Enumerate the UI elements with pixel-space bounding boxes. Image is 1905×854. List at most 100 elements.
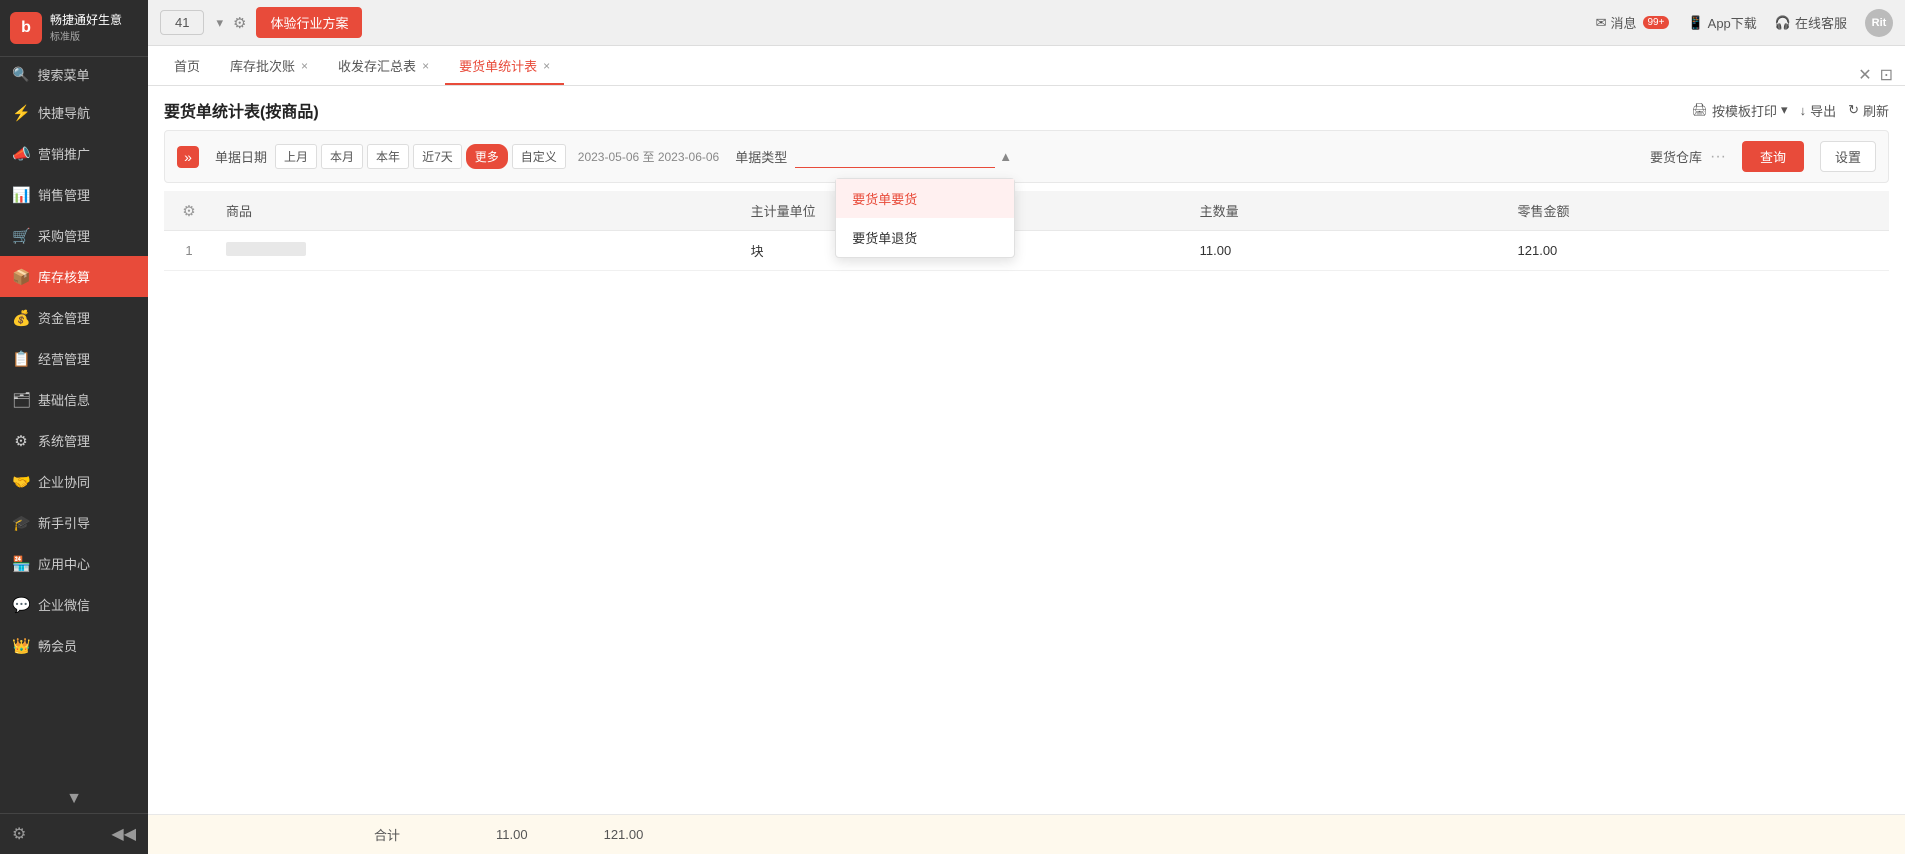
- date-last-7-days[interactable]: 近7天: [413, 144, 462, 169]
- sidebar-item-basics[interactable]: 🗂 基础信息: [0, 379, 148, 420]
- sidebar-item-label: 企业协同: [38, 472, 90, 491]
- date-range: 2023-05-06 至 2023-06-06: [578, 148, 719, 165]
- refresh-label: 刷新: [1863, 101, 1889, 120]
- sidebar-item-system[interactable]: ⚙ 系统管理: [0, 420, 148, 461]
- type-dropdown: 要货单要货 要货单退货: [835, 178, 1015, 258]
- window-expand-btn[interactable]: ⊡: [1880, 65, 1893, 85]
- sidebar-nav: ⚡ 快捷导航 📣 营销推广 📊 销售管理 🛒 采购管理 📦 库存核算 💰 资金管…: [0, 92, 148, 785]
- page-title: 要货单统计表(按商品): [164, 98, 319, 122]
- print-btn[interactable]: 🖨 按模板打印 ▾: [1692, 101, 1788, 120]
- row-product: [214, 231, 739, 271]
- date-this-year[interactable]: 本年: [367, 144, 409, 169]
- system-icon: ⚙: [12, 432, 30, 450]
- col-quantity: 主数量: [1188, 191, 1506, 231]
- user-avatar[interactable]: Rit: [1865, 9, 1893, 37]
- sidebar-item-purchase[interactable]: 🛒 采购管理: [0, 215, 148, 256]
- topbar-right: ✉ 消息 99+ 📱 App下载 🎧 在线客服 Rit: [1596, 9, 1893, 37]
- sidebar-item-label: 新手引导: [38, 513, 90, 532]
- logo-icon: b: [10, 12, 42, 44]
- sidebar-item-wechat[interactable]: 💬 企业微信: [0, 584, 148, 625]
- app-download-btn[interactable]: 📱 App下载: [1687, 13, 1756, 32]
- tab-order-summary[interactable]: 要货单统计表 ×: [445, 48, 564, 85]
- sidebar-item-operations[interactable]: 📋 经营管理: [0, 338, 148, 379]
- filter-expand-btn[interactable]: »: [177, 146, 199, 168]
- window-close-btn[interactable]: ✕: [1858, 65, 1871, 85]
- sidebar-scroll-down[interactable]: ▼: [0, 785, 148, 813]
- tab-count-chevron[interactable]: ▾: [216, 15, 223, 31]
- app-label: App下载: [1708, 13, 1757, 32]
- warehouse-label: 要货仓库: [1650, 147, 1702, 166]
- collapse-icon[interactable]: ◀◀: [111, 824, 136, 844]
- col-settings-icon[interactable]: ⚙: [182, 203, 195, 220]
- tab-inventory-batch[interactable]: 库存批次账 ×: [216, 48, 322, 85]
- page-content: 要货单统计表(按商品) 🖨 按模板打印 ▾ ↓ 导出 ↻ 刷新 »: [148, 86, 1905, 854]
- date-this-month[interactable]: 本月: [321, 144, 363, 169]
- sidebar-item-label: 库存核算: [38, 267, 90, 286]
- data-table: ⚙ 商品 主计量单位 主数量 零售金额 1 块: [164, 191, 1889, 271]
- topbar-left: 41 ▾ ⚙ 体验行业方案: [160, 7, 362, 38]
- settings-icon[interactable]: ⚙: [12, 824, 26, 844]
- sidebar-item-label: 采购管理: [38, 226, 90, 245]
- date-buttons: 上月 本月 本年 近7天 更多 自定义: [275, 144, 566, 169]
- finance-icon: 💰: [12, 309, 30, 327]
- window-controls: ✕ ⊡: [1858, 65, 1893, 85]
- sidebar-item-label: 快捷导航: [38, 103, 90, 122]
- print-label: 按模板打印: [1712, 101, 1777, 120]
- settings-btn[interactable]: 设置: [1820, 141, 1876, 172]
- sidebar-item-appstore[interactable]: 🏪 应用中心: [0, 543, 148, 584]
- service-btn[interactable]: 🎧 在线客服: [1775, 13, 1847, 32]
- avatar-text: Rit: [1872, 17, 1887, 29]
- tab-order-summary-close[interactable]: ×: [543, 59, 550, 73]
- sidebar-item-label: 营销推广: [38, 144, 90, 163]
- tab-home[interactable]: 首页: [160, 48, 214, 85]
- topbar: 41 ▾ ⚙ 体验行业方案 ✉ 消息 99+ 📱 App下载 🎧 在线客服 Ri…: [148, 0, 1905, 46]
- brand-name: 畅捷通好生意: [50, 13, 122, 29]
- basics-icon: 🗂: [12, 391, 30, 409]
- type-chevron-up[interactable]: ▲: [999, 149, 1012, 164]
- sidebar-item-member[interactable]: 👑 畅会员: [0, 625, 148, 666]
- col-amount: 零售金额: [1506, 191, 1889, 231]
- cooperation-icon: 🤝: [12, 473, 30, 491]
- quick-nav-icon: ⚡: [12, 104, 30, 122]
- print-chevron: ▾: [1781, 102, 1788, 118]
- col-settings[interactable]: ⚙: [164, 191, 214, 231]
- type-input[interactable]: [795, 146, 995, 168]
- message-btn[interactable]: ✉ 消息 99+: [1596, 13, 1670, 32]
- sidebar-item-cooperation[interactable]: 🤝 企业协同: [0, 461, 148, 502]
- tab-receive-summary[interactable]: 收发存汇总表 ×: [324, 48, 443, 85]
- sidebar-footer: ⚙ ◀◀: [0, 813, 148, 854]
- tab-inventory-batch-close[interactable]: ×: [301, 59, 308, 73]
- query-btn[interactable]: 查询: [1742, 141, 1804, 172]
- sidebar-item-finance[interactable]: 💰 资金管理: [0, 297, 148, 338]
- dropdown-item-order-return[interactable]: 要货单退货: [836, 218, 1014, 257]
- sidebar-item-guide[interactable]: 🎓 新手引导: [0, 502, 148, 543]
- warehouse-more-icon[interactable]: ···: [1710, 148, 1726, 166]
- tab-count-display[interactable]: 41: [160, 10, 204, 35]
- search-icon: 🔍: [12, 66, 29, 83]
- purchase-icon: 🛒: [12, 227, 30, 245]
- sidebar-item-marketing[interactable]: 📣 营销推广: [0, 133, 148, 174]
- date-custom[interactable]: 自定义: [512, 144, 566, 169]
- date-label: 单据日期: [215, 147, 267, 166]
- sidebar-item-inventory[interactable]: 📦 库存核算: [0, 256, 148, 297]
- sidebar-item-sales[interactable]: 📊 销售管理: [0, 174, 148, 215]
- marketing-icon: 📣: [12, 145, 30, 163]
- search-menu[interactable]: 🔍 搜索菜单: [0, 57, 148, 92]
- tab-order-summary-label: 要货单统计表: [459, 56, 537, 75]
- dropdown-item-order-goods[interactable]: 要货单要货: [836, 179, 1014, 218]
- tab-receive-summary-close[interactable]: ×: [422, 59, 429, 73]
- sidebar-item-label: 畅会员: [38, 636, 77, 655]
- refresh-btn[interactable]: ↻ 刷新: [1848, 101, 1889, 120]
- inventory-icon: 📦: [12, 268, 30, 286]
- search-label: 搜索菜单: [37, 65, 89, 84]
- sidebar-item-label: 资金管理: [38, 308, 90, 327]
- topbar-settings-icon[interactable]: ⚙: [233, 14, 246, 32]
- date-last-month[interactable]: 上月: [275, 144, 317, 169]
- date-more[interactable]: 更多: [466, 144, 508, 169]
- sidebar-item-quick-nav[interactable]: ⚡ 快捷导航: [0, 92, 148, 133]
- brand-info: 畅捷通好生意 标准版: [50, 13, 122, 44]
- trial-btn[interactable]: 体验行业方案: [256, 7, 362, 38]
- message-icon: ✉: [1596, 15, 1607, 31]
- export-btn[interactable]: ↓ 导出: [1800, 101, 1837, 120]
- sidebar-logo: b 畅捷通好生意 标准版: [0, 0, 148, 57]
